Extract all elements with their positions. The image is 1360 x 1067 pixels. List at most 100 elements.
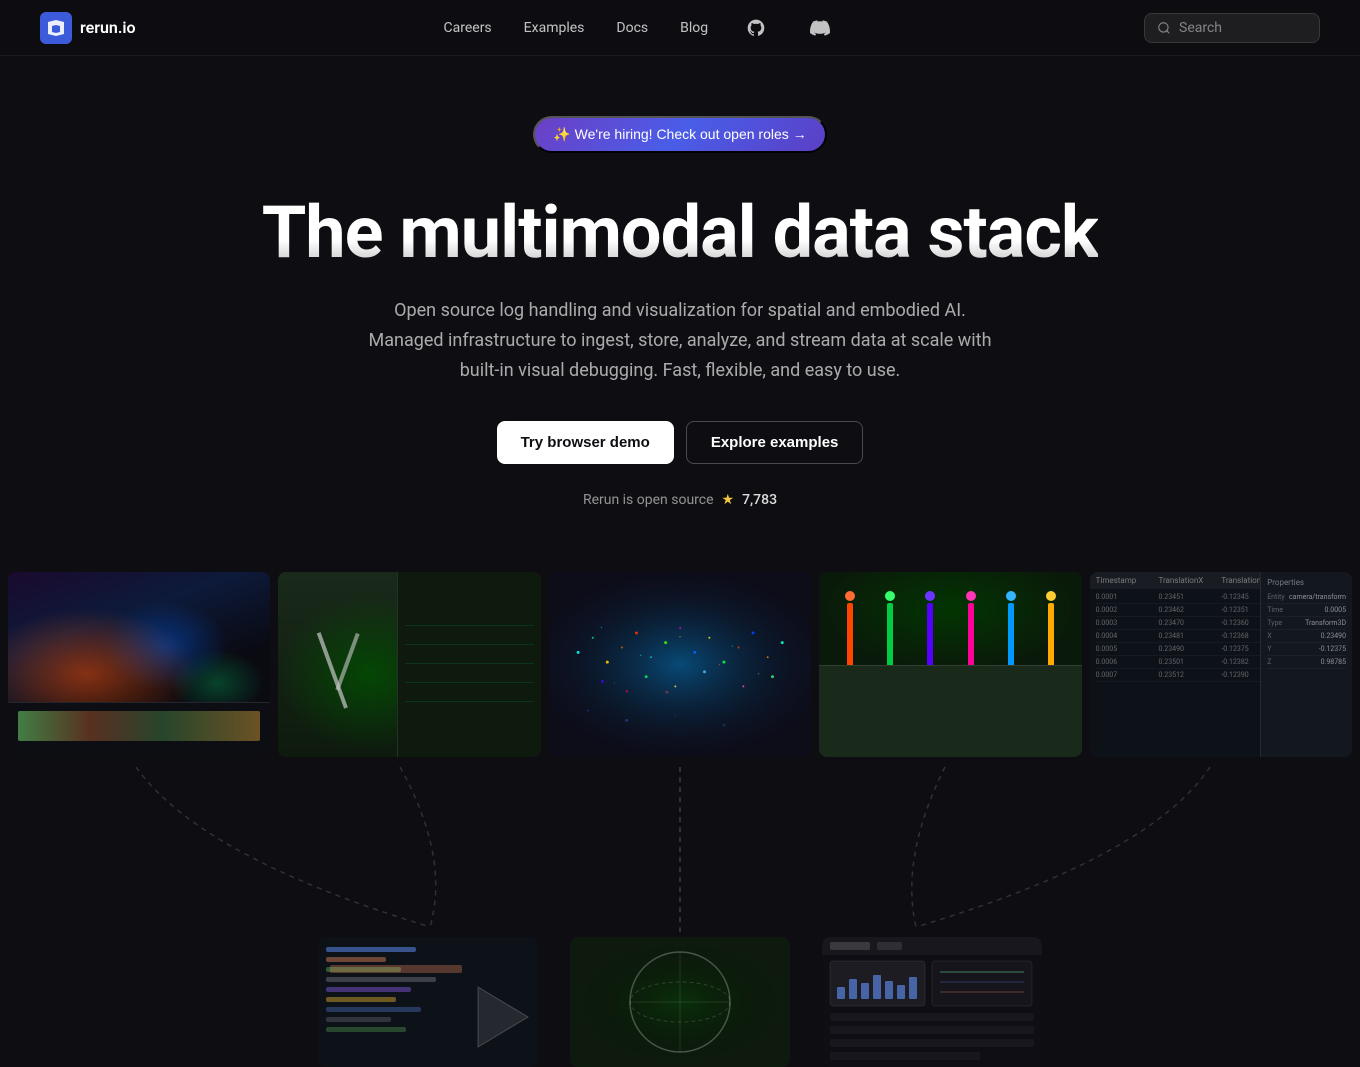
table-header-cell: TranslationX <box>1158 576 1220 585</box>
sidebar-key: Type <box>1267 619 1282 627</box>
table-cell: 0.0007 <box>1096 671 1158 679</box>
logo-text: rerun.io <box>80 18 136 37</box>
screenshot-thermal[interactable] <box>8 572 270 757</box>
sidebar-value: Transform3D <box>1305 619 1346 627</box>
screenshots-strip: TimestampTranslationXTranslationYTransla… <box>0 572 1360 757</box>
screenshot-mocap[interactable] <box>819 572 1081 757</box>
figure-body <box>968 603 974 674</box>
nav-link-blog[interactable]: Blog <box>680 20 708 36</box>
table-cell: 0.23470 <box>1158 619 1220 627</box>
table-cell: 0.23490 <box>1158 645 1220 653</box>
figure-head <box>845 591 855 601</box>
table-header-cell: Timestamp <box>1096 576 1158 585</box>
hero-buttons: Try browser demo Explore examples <box>497 421 864 464</box>
thumb-code-card[interactable] <box>318 937 538 1067</box>
screenshot-lidar[interactable] <box>549 572 811 757</box>
figure-body <box>927 603 933 674</box>
code-visualization <box>318 937 538 1067</box>
table-cell: 0.0003 <box>1096 619 1158 627</box>
nav-link-careers[interactable]: Careers <box>444 20 492 36</box>
explore-examples-button[interactable]: Explore examples <box>686 421 864 464</box>
navbar: rerun.io Careers Examples Docs Blog Sear… <box>0 0 1360 56</box>
nav-right: Search <box>1144 13 1320 43</box>
sidebar-value: 0.98785 <box>1321 658 1346 666</box>
mocap-figure <box>1034 591 1068 674</box>
table-sidebar-panel: Properties Entitycamera/transformTime0.0… <box>1260 572 1352 757</box>
github-icon[interactable] <box>740 12 772 44</box>
sidebar-value: camera/transform <box>1289 593 1346 601</box>
sidebar-key: Z <box>1267 658 1271 666</box>
thumb-3d-card[interactable] <box>570 937 790 1067</box>
sidebar-key: Entity <box>1267 593 1284 601</box>
dashboard-visualization <box>822 937 1042 1067</box>
sidebar-value: 0.23490 <box>1321 632 1346 640</box>
3d-visualization <box>570 937 790 1067</box>
hero-subtitle-line1: Open source log handling and visualizati… <box>394 300 966 321</box>
mocap-figure <box>953 591 987 674</box>
hero-subtitle: Open source log handling and visualizati… <box>369 296 992 385</box>
mocap-figure <box>832 591 866 674</box>
open-source-label: Rerun is open source <box>583 492 714 508</box>
hero-section: ✨ We're hiring! Check out open roles → T… <box>0 56 1360 548</box>
table-cell: 0.0001 <box>1096 593 1158 601</box>
sidebar-key: Y <box>1267 645 1271 653</box>
nav-links: Careers Examples Docs Blog <box>444 12 837 44</box>
star-count: 7,783 <box>742 492 777 508</box>
figure-head <box>1046 591 1056 601</box>
search-input-label: Search <box>1179 20 1222 36</box>
logo[interactable]: rerun.io <box>40 12 136 44</box>
table-cell: 0.0002 <box>1096 606 1158 614</box>
table-cell: 0.23512 <box>1158 671 1220 679</box>
sidebar-key: X <box>1267 632 1271 640</box>
sidebar-row: Time 0.0005 <box>1267 604 1346 617</box>
figure-head <box>925 591 935 601</box>
discord-icon[interactable] <box>804 12 836 44</box>
star-icon: ★ <box>722 492 735 508</box>
table-cell: 0.23451 <box>1158 593 1220 601</box>
table-cell: 0.23481 <box>1158 632 1220 640</box>
screenshot-table[interactable]: TimestampTranslationXTranslationYTransla… <box>1090 572 1352 757</box>
table-cell: 0.0004 <box>1096 632 1158 640</box>
robot-chart-area <box>397 572 541 757</box>
sidebar-row: Type Transform3D <box>1267 617 1346 630</box>
connector-area <box>0 757 1360 957</box>
thumb-dashboard-card[interactable] <box>822 937 1042 1067</box>
lidar-pointcloud <box>549 572 811 757</box>
hero-subtitle-line3: built-in visual debugging. Fast, flexibl… <box>460 360 901 381</box>
figure-body <box>887 603 893 674</box>
logo-icon <box>40 12 72 44</box>
table-cell: 0.0005 <box>1096 645 1158 653</box>
screenshot-robot[interactable] <box>278 572 540 757</box>
mocap-figure <box>873 591 907 674</box>
figure-body <box>1048 603 1054 674</box>
sidebar-row: Entity camera/transform <box>1267 591 1346 604</box>
nav-link-docs[interactable]: Docs <box>616 20 648 36</box>
sidebar-rows: Entity camera/transform Time 0.0005 Type Tran… <box>1267 591 1346 669</box>
table-cell: 0.23462 <box>1158 606 1220 614</box>
table-cell: 0.23501 <box>1158 658 1220 666</box>
mocap-bottom-strip <box>819 665 1081 758</box>
search-bar[interactable]: Search <box>1144 13 1320 43</box>
figure-body <box>1008 603 1014 674</box>
sidebar-row: X 0.23490 <box>1267 630 1346 643</box>
sidebar-value: 0.0005 <box>1325 606 1347 614</box>
sidebar-row: Y -0.12375 <box>1267 643 1346 656</box>
mocap-figure <box>913 591 947 674</box>
sidebar-key: Time <box>1267 606 1283 614</box>
hero-title: The multimodal data stack <box>262 193 1099 272</box>
robot-arm <box>317 632 348 709</box>
open-source-badge: Rerun is open source ★ 7,783 <box>583 492 777 508</box>
try-browser-demo-button[interactable]: Try browser demo <box>497 421 674 464</box>
mocap-figures <box>832 591 1068 674</box>
mocap-figure <box>994 591 1028 674</box>
connector-lines-svg <box>0 757 1360 957</box>
figure-head <box>1006 591 1016 601</box>
nav-link-examples[interactable]: Examples <box>524 20 585 36</box>
thermal-chart-bar <box>8 702 270 757</box>
hero-subtitle-line2: Managed infrastructure to ingest, store,… <box>369 330 992 351</box>
figure-head <box>885 591 895 601</box>
table-cell: 0.0006 <box>1096 658 1158 666</box>
sidebar-value: -0.12375 <box>1319 645 1346 653</box>
hiring-banner[interactable]: ✨ We're hiring! Check out open roles → <box>533 116 826 153</box>
search-icon <box>1157 21 1171 35</box>
